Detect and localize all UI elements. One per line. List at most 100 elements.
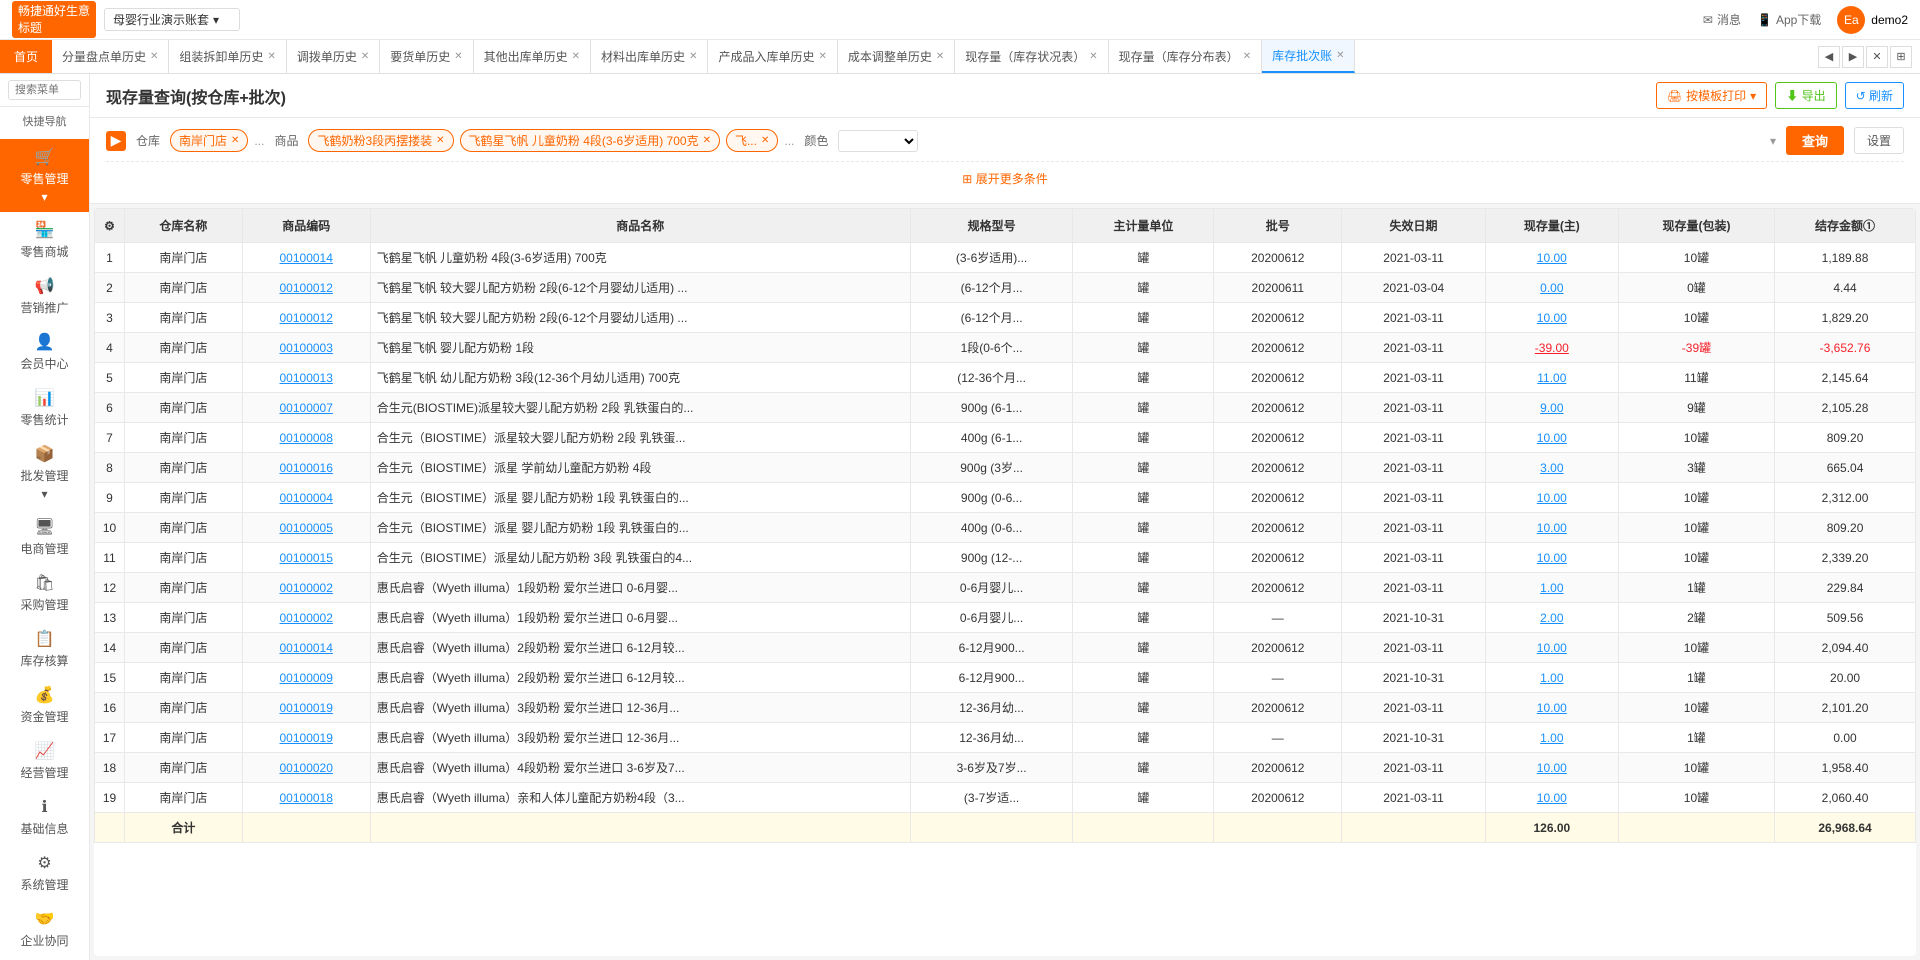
warehouse-more-button[interactable]: ...	[254, 134, 264, 148]
cell-qty-main[interactable]: 10.00	[1485, 543, 1618, 573]
cell-code[interactable]: 00100014	[242, 633, 370, 663]
sidebar-item-零售管理[interactable]: 🛒 零售管理 ▾	[0, 139, 89, 212]
tab-材料出库单历史[interactable]: 材料出库单历史 ✕	[591, 40, 708, 73]
cell-code[interactable]: 00100009	[242, 663, 370, 693]
refresh-button[interactable]: ↺ 刷新	[1845, 82, 1904, 109]
cell-code[interactable]: 00100007	[242, 393, 370, 423]
cell-qty-main[interactable]: 1.00	[1485, 663, 1618, 693]
industry-select[interactable]: 母婴行业演示账套 ▾	[104, 8, 240, 31]
search-input[interactable]	[8, 80, 81, 100]
tab-成本调整单历史[interactable]: 成本调整单历史 ✕	[838, 40, 955, 73]
tab-要货单历史[interactable]: 要货单历史 ✕	[380, 40, 473, 73]
sidebar-item-电商管理[interactable]: 🖥 电商管理	[0, 509, 89, 565]
sidebar-item-企业协同[interactable]: 🤝 企业协同	[0, 901, 89, 957]
tab-现存量库存状况表[interactable]: 现存量（库存状况表） ✕	[955, 40, 1108, 73]
tab-close-icon[interactable]: ✕	[150, 51, 158, 62]
cell-code[interactable]: 00100003	[242, 333, 370, 363]
tab-调拨单历史[interactable]: 调拨单历史 ✕	[287, 40, 380, 73]
tab-close-all-button[interactable]: ✕	[1866, 46, 1888, 68]
tab-close-icon[interactable]: ✕	[936, 51, 944, 62]
sidebar-item-资金管理[interactable]: 💰 资金管理	[0, 677, 89, 733]
tab-close-icon[interactable]: ✕	[1089, 51, 1097, 62]
cell-code[interactable]: 00100008	[242, 423, 370, 453]
cell-qty-main[interactable]: 0.00	[1485, 273, 1618, 303]
tab-现存量库存分布表[interactable]: 现存量（库存分布表） ✕	[1109, 40, 1262, 73]
product-tag-1-close[interactable]: ✕	[436, 135, 444, 146]
tab-expand-button[interactable]: ⊞	[1890, 46, 1912, 68]
template-print-button[interactable]: 🖨 按模板打印 ▾	[1656, 82, 1767, 109]
sidebar-item-经营管理[interactable]: 📈 经营管理	[0, 733, 89, 789]
cell-qty-main[interactable]: 10.00	[1485, 483, 1618, 513]
cell-qty-main[interactable]: -39.00	[1485, 333, 1618, 363]
cell-code[interactable]: 00100019	[242, 693, 370, 723]
cell-qty-main[interactable]: 10.00	[1485, 693, 1618, 723]
cell-qty-main[interactable]: 10.00	[1485, 303, 1618, 333]
sidebar-item-系统管理[interactable]: ⚙ 系统管理	[0, 845, 89, 901]
cell-code[interactable]: 00100013	[242, 363, 370, 393]
cell-code[interactable]: 00100018	[242, 783, 370, 813]
product-tag-2[interactable]: 飞鹤星飞帆 儿童奶粉 4段(3-6岁适用) 700克 ✕	[460, 129, 720, 152]
cell-qty-main[interactable]: 9.00	[1485, 393, 1618, 423]
tab-close-icon[interactable]: ✕	[818, 51, 826, 62]
tab-close-icon[interactable]: ✕	[361, 51, 369, 62]
tab-next-button[interactable]: ▶	[1842, 46, 1864, 68]
tab-close-icon[interactable]: ✕	[689, 51, 697, 62]
cell-code[interactable]: 00100005	[242, 513, 370, 543]
warehouse-tag[interactable]: 南岸门店 ✕	[170, 129, 248, 152]
col-settings[interactable]: ⚙	[95, 209, 125, 243]
tab-其他出库单历史[interactable]: 其他出库单历史 ✕	[474, 40, 591, 73]
cell-qty-main[interactable]: 10.00	[1485, 243, 1618, 273]
sidebar-item-零售统计[interactable]: 📊 零售统计	[0, 380, 89, 436]
user-profile[interactable]: Ea demo2	[1837, 6, 1908, 34]
tab-库存批次账[interactable]: 库存批次账 ✕	[1262, 40, 1355, 73]
cell-code[interactable]: 00100020	[242, 753, 370, 783]
cell-code[interactable]: 00100002	[242, 603, 370, 633]
tab-close-icon[interactable]: ✕	[1336, 50, 1344, 61]
tab-home[interactable]: 首页	[0, 40, 52, 73]
sidebar-item-采购管理[interactable]: 🛍 采购管理	[0, 565, 89, 621]
cell-code[interactable]: 00100019	[242, 723, 370, 753]
cell-qty-main[interactable]: 1.00	[1485, 723, 1618, 753]
tab-close-icon[interactable]: ✕	[1243, 51, 1251, 62]
cell-code[interactable]: 00100012	[242, 303, 370, 333]
product-tag-1[interactable]: 飞鹤奶粉3段丙摆搂装 ✕	[308, 129, 453, 152]
tab-prev-button[interactable]: ◀	[1818, 46, 1840, 68]
settings-button[interactable]: 设置	[1854, 127, 1904, 154]
warehouse-tag-close-icon[interactable]: ✕	[231, 135, 239, 146]
cell-qty-main[interactable]: 2.00	[1485, 603, 1618, 633]
sidebar-item-库存核算[interactable]: 📋 库存核算	[0, 621, 89, 677]
cell-code[interactable]: 00100014	[242, 243, 370, 273]
expand-more-button[interactable]: ⊞ 展开更多条件	[954, 166, 1055, 191]
cell-qty-main[interactable]: 10.00	[1485, 783, 1618, 813]
sidebar-item-会员中心[interactable]: 👤 会员中心	[0, 324, 89, 380]
sidebar-item-批发管理[interactable]: 📦 批发管理 ▾	[0, 436, 89, 509]
cell-code[interactable]: 00100016	[242, 453, 370, 483]
cell-qty-main[interactable]: 10.00	[1485, 753, 1618, 783]
export-button[interactable]: ⬇ 导出	[1775, 82, 1836, 109]
sidebar-quick-nav[interactable]: 快捷导航	[0, 107, 89, 135]
product-tag-3-close[interactable]: ✕	[761, 135, 769, 146]
product-tag-3[interactable]: 飞... ✕	[726, 129, 778, 152]
sidebar-item-基础信息[interactable]: ℹ 基础信息	[0, 789, 89, 845]
color-select[interactable]	[838, 130, 918, 152]
expand-button[interactable]: ▶	[106, 131, 126, 151]
query-button[interactable]: 查询	[1786, 126, 1844, 155]
cell-qty-main[interactable]: 3.00	[1485, 453, 1618, 483]
cell-qty-main[interactable]: 10.00	[1485, 513, 1618, 543]
cell-code[interactable]: 00100012	[242, 273, 370, 303]
cell-code[interactable]: 00100002	[242, 573, 370, 603]
message-button[interactable]: ✉ 消息	[1703, 11, 1741, 28]
tab-组装拆卸单历史[interactable]: 组装拆卸单历史 ✕	[169, 40, 286, 73]
cell-code[interactable]: 00100004	[242, 483, 370, 513]
sidebar-item-营销推广[interactable]: 📢 营销推广	[0, 268, 89, 324]
tab-close-icon[interactable]: ✕	[454, 51, 462, 62]
app-download-button[interactable]: 📱 App下载	[1757, 11, 1821, 28]
product-tag-2-close[interactable]: ✕	[703, 135, 711, 146]
cell-qty-main[interactable]: 10.00	[1485, 633, 1618, 663]
tab-close-icon[interactable]: ✕	[572, 51, 580, 62]
tab-分量盘点单历史[interactable]: 分量盘点单历史 ✕	[52, 40, 169, 73]
cell-qty-main[interactable]: 1.00	[1485, 573, 1618, 603]
tab-close-icon[interactable]: ✕	[267, 51, 275, 62]
cell-code[interactable]: 00100015	[242, 543, 370, 573]
sidebar-item-零售商城[interactable]: 🏪 零售商城	[0, 212, 89, 268]
